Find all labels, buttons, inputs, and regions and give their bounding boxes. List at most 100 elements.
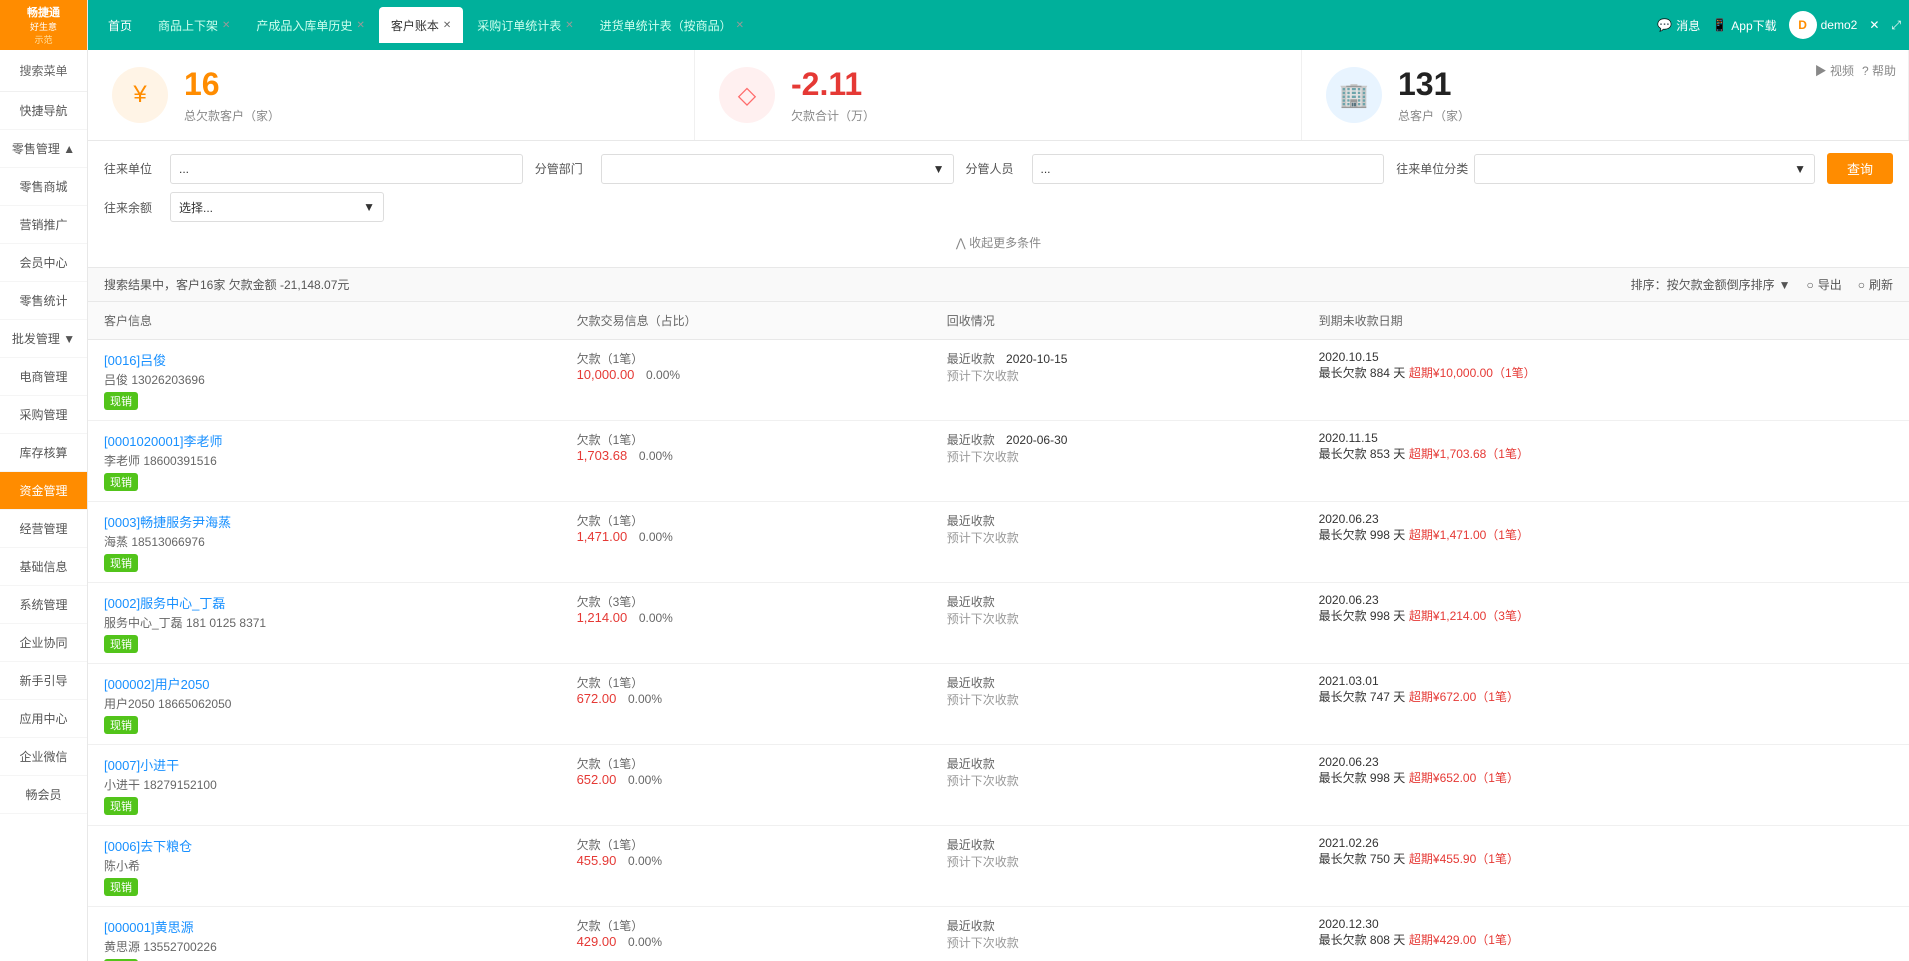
next-collect-7: 预计下次收款 [947, 934, 1287, 951]
search-menu-button[interactable]: 搜索菜单 [4, 58, 83, 83]
sidebar-item-app-center[interactable]: 应用中心 [0, 700, 87, 738]
close-icon[interactable]: ✕ [356, 20, 364, 31]
sidebar-item-vip[interactable]: 畅会员 [0, 776, 87, 814]
overdue-info-3: 最长欠款 998 天 超期¥1,214.00（3笔） [1319, 607, 1893, 624]
table-row: [0001020001]李老师 李老师 18600391516 现销 欠款（1笔… [88, 421, 1909, 502]
tab-purchase-order-stats[interactable]: 采购订单统计表 ✕ [465, 7, 585, 43]
tab-production-history[interactable]: 产成品入库单历史 ✕ [244, 7, 376, 43]
sidebar-item-sys[interactable]: 系统管理 [0, 586, 87, 624]
refresh-button[interactable]: ○ 刷新 [1858, 276, 1893, 293]
last-collect-label-0: 最近收款 2020-10-15 [947, 350, 1287, 367]
overdue-link-3[interactable]: 超期¥1,214.00（3笔） [1409, 609, 1529, 623]
sidebar-item-beginner[interactable]: 新手引导 [0, 662, 87, 700]
tab-purchase-stats-by-product[interactable]: 进货单统计表（按商品） ✕ [588, 7, 756, 43]
overdue-link-4[interactable]: 超期¥672.00（1笔） [1409, 690, 1519, 704]
customer-name-5[interactable]: [0007]小进干 [104, 755, 545, 774]
sidebar-item-corp-wx[interactable]: 企业微信 [0, 738, 87, 776]
message-btn[interactable]: 💬 消息 [1657, 17, 1700, 34]
next-collect-6: 预计下次收款 [947, 853, 1287, 870]
owe-percent-0: 0.00% [646, 368, 680, 382]
sidebar-search[interactable]: 搜索菜单 [0, 50, 87, 92]
table-row: [0016]吕俊 吕俊 13026203696 现销 欠款（1笔） 10,000… [88, 340, 1909, 421]
window-expand-btn[interactable]: ⤢ [1891, 18, 1901, 33]
owe-amount-row-7: 429.00 0.00% [577, 934, 915, 949]
overdue-link-7[interactable]: 超期¥429.00（1笔） [1409, 933, 1519, 947]
message-icon: 💬 [1657, 18, 1672, 32]
cell-due-date-2: 2020.06.23 最长欠款 998 天 超期¥1,471.00（1笔） [1303, 502, 1909, 583]
collapse-filters-btn[interactable]: ⋀ 收起更多条件 [104, 230, 1893, 255]
overdue-info-2: 最长欠款 998 天 超期¥1,471.00（1笔） [1319, 526, 1893, 543]
filter-from-unit: 往来单位 ... [104, 154, 523, 184]
sidebar-item-ecommerce[interactable]: 电商管理 [0, 358, 87, 396]
help-btn[interactable]: ? 帮助 [1862, 62, 1896, 79]
sidebar-item-basic-info[interactable]: 基础信息 [0, 548, 87, 586]
table-row: [0003]畅捷服务尹海蒸 海蒸 18513066976 现销 欠款（1笔） 1… [88, 502, 1909, 583]
sub-dept-select[interactable]: ▼ [601, 154, 954, 184]
sidebar-item-retail-stats[interactable]: 零售统计 [0, 282, 87, 320]
owe-label-2: 欠款（1笔） [577, 512, 915, 529]
owe-label-1: 欠款（1笔） [577, 431, 915, 448]
overdue-link-0[interactable]: 超期¥10,000.00（1笔） [1409, 366, 1536, 380]
overdue-days-2: 最长欠款 998 天 [1319, 528, 1406, 542]
close-icon[interactable]: ✕ [443, 20, 451, 31]
cell-collect-4: 最近收款 预计下次收款 [931, 664, 1303, 745]
balance-select[interactable]: 选择... ▼ [170, 192, 384, 222]
customer-name-4[interactable]: [000002]用户2050 [104, 674, 545, 693]
data-table-container: 客户信息 欠款交易信息（占比） 回收情况 到期未收款日期 [0016]吕俊 吕俊… [88, 302, 1909, 961]
close-icon[interactable]: ✕ [222, 20, 230, 31]
sidebar-item-enterprise[interactable]: 企业协同 [0, 624, 87, 662]
customer-name-1[interactable]: [0001020001]李老师 [104, 431, 545, 450]
owe-label-3: 欠款（3笔） [577, 593, 915, 610]
tab-customer-account[interactable]: 客户账本 ✕ [379, 7, 463, 43]
stat-label-customers: 总欠款客户（家） [184, 107, 280, 124]
customer-name-0[interactable]: [0016]吕俊 [104, 350, 545, 369]
overdue-link-1[interactable]: 超期¥1,703.68（1笔） [1409, 447, 1529, 461]
owe-amount-7: 429.00 [577, 934, 617, 949]
from-unit-input[interactable]: ... [170, 154, 523, 184]
sidebar-item-retail-mgmt[interactable]: 零售管理 ▲ [0, 130, 87, 168]
sub-person-input[interactable]: ... [1032, 154, 1385, 184]
sidebar-item-marketing[interactable]: 营销推广 [0, 206, 87, 244]
overdue-link-2[interactable]: 超期¥1,471.00（1笔） [1409, 528, 1529, 542]
customer-name-3[interactable]: [0002]服务中心_丁磊 [104, 593, 545, 612]
sidebar-item-purchase[interactable]: 采购管理 [0, 396, 87, 434]
video-btn[interactable]: ▶ 视频 [1815, 62, 1854, 79]
tab-home[interactable]: 首页 [96, 17, 144, 34]
category-select[interactable]: ▼ [1474, 154, 1815, 184]
customer-name-7[interactable]: [000001]黄思源 [104, 917, 545, 936]
sidebar-item-quick-nav[interactable]: 快捷导航 [0, 92, 87, 130]
user-avatar[interactable]: D demo2 [1789, 11, 1858, 39]
customer-name-2[interactable]: [0003]畅捷服务尹海蒸 [104, 512, 545, 531]
overdue-info-6: 最长欠款 750 天 超期¥455.90（1笔） [1319, 850, 1893, 867]
customer-tag-0: 现销 [104, 392, 138, 410]
export-label: 导出 [1818, 276, 1842, 293]
overdue-link-5[interactable]: 超期¥652.00（1笔） [1409, 771, 1519, 785]
search-button[interactable]: 查询 [1827, 153, 1893, 184]
avatar-icon: D [1789, 11, 1817, 39]
customer-name-6[interactable]: [0006]去下粮仓 [104, 836, 545, 855]
sidebar-item-biz[interactable]: 经营管理 [0, 510, 87, 548]
chevron-down-icon: ▼ [933, 162, 945, 176]
sidebar-item-member[interactable]: 会员中心 [0, 244, 87, 282]
owe-label-6: 欠款（1笔） [577, 836, 915, 853]
tab-products-on-off[interactable]: 商品上下架 ✕ [146, 7, 242, 43]
app-download-btn[interactable]: 📱 App下载 [1712, 17, 1776, 34]
overdue-link-6[interactable]: 超期¥455.90（1笔） [1409, 852, 1519, 866]
sort-button[interactable]: 排序：按欠款金额倒序排序 ▼ [1631, 276, 1791, 293]
main-content: 首页 商品上下架 ✕ 产成品入库单历史 ✕ 客户账本 ✕ 采购订单统计表 ✕ 进… [88, 0, 1909, 961]
stats-bar: ¥ 16 总欠款客户（家） ◇ -2.11 欠款合计（万） 🏢 131 总客户（… [88, 50, 1909, 141]
window-close-btn[interactable]: ✕ [1869, 18, 1879, 32]
due-date-0: 2020.10.15 [1319, 350, 1893, 364]
sidebar-item-inventory[interactable]: 库存核算 [0, 434, 87, 472]
collapse-icon: ⋀ [956, 236, 966, 250]
sidebar-item-retail-mall[interactable]: 零售商城 [0, 168, 87, 206]
sidebar-item-batch-mgmt[interactable]: 批发管理 ▼ [0, 320, 87, 358]
close-icon[interactable]: ✕ [565, 20, 573, 31]
cell-owe-info-0: 欠款（1笔） 10,000.00 0.00% [561, 340, 931, 421]
app-download-label: App下载 [1731, 17, 1776, 34]
filter-sub-person: 分管人员 ... [966, 154, 1385, 184]
logo-text: 畅捷通 好生意 示范 [27, 4, 60, 46]
export-button[interactable]: ○ 导出 [1806, 276, 1841, 293]
close-icon[interactable]: ✕ [736, 20, 744, 31]
sidebar-item-finance[interactable]: 资金管理 [0, 472, 87, 510]
